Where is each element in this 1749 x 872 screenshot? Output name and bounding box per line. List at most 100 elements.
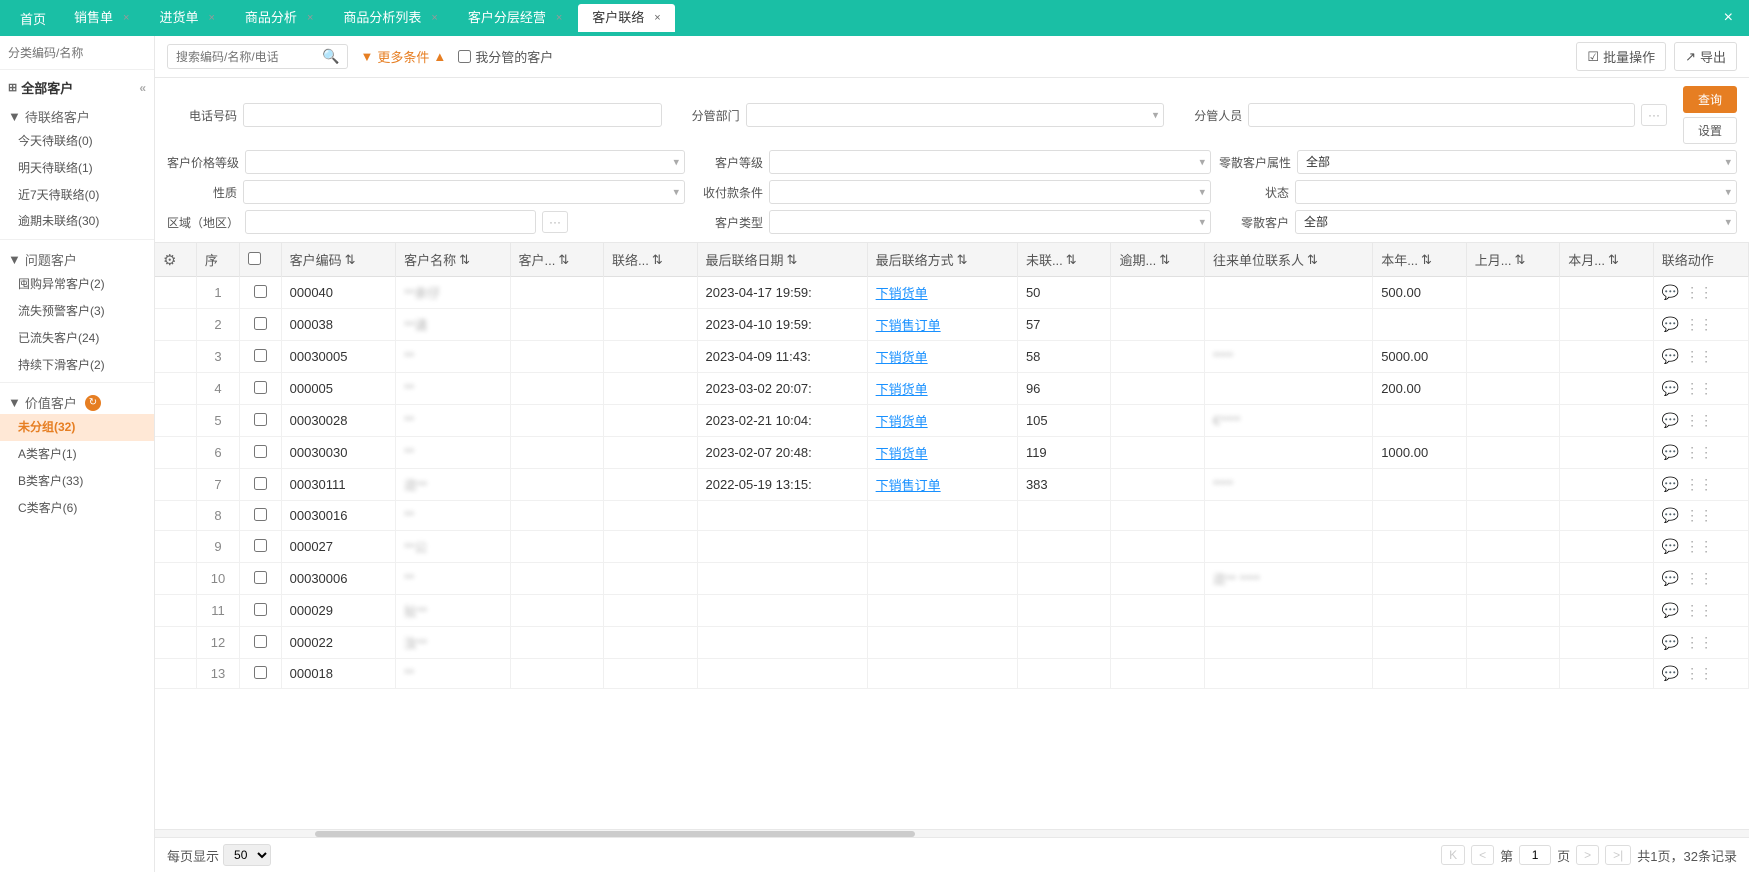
horizontal-scrollbar[interactable] xyxy=(155,829,1749,837)
chat-icon[interactable]: 💬 xyxy=(1662,412,1679,429)
region-input[interactable] xyxy=(245,210,536,234)
phone-input[interactable] xyxy=(243,103,662,127)
person-input[interactable] xyxy=(1248,103,1635,127)
more-icon[interactable]: ⋮⋮ xyxy=(1685,507,1713,524)
more-conditions-btn[interactable]: ▼ 更多条件 ▲ xyxy=(360,47,446,66)
more-icon[interactable]: ⋮⋮ xyxy=(1685,538,1713,555)
sidebar-item-churn-warning[interactable]: 流失预警客户(3) xyxy=(0,298,154,325)
chat-icon[interactable]: 💬 xyxy=(1662,380,1679,397)
col-last-month[interactable]: 上月...⇅ xyxy=(1466,243,1560,277)
more-icon[interactable]: ⋮⋮ xyxy=(1685,665,1713,682)
row-last-way[interactable]: 下销货单 xyxy=(867,373,1017,405)
tab-product-analysis-list[interactable]: 商品分析列表 × xyxy=(329,4,451,32)
group-value-customers[interactable]: ▼ 价值客户 ↻ xyxy=(0,387,154,414)
per-page-select[interactable]: 50 xyxy=(223,844,271,866)
col-last-date[interactable]: 最后联络日期⇅ xyxy=(697,243,867,277)
col-code[interactable]: 客户编码⇅ xyxy=(281,243,395,277)
query-btn[interactable]: 查询 xyxy=(1683,86,1737,113)
tab-customer-tier[interactable]: 客户分层经营 × xyxy=(454,4,576,32)
chat-icon[interactable]: 💬 xyxy=(1662,507,1679,524)
sidebar-collapse-btn[interactable]: « xyxy=(139,81,146,95)
search-input[interactable] xyxy=(176,50,316,64)
row-last-way[interactable]: 下销货单 xyxy=(867,437,1017,469)
row-last-way[interactable] xyxy=(867,563,1017,595)
row-last-way[interactable] xyxy=(867,531,1017,563)
first-page-btn[interactable]: K xyxy=(1441,845,1465,865)
sidebar-item-class-b[interactable]: B类客户(33) xyxy=(0,468,154,495)
last-page-btn[interactable]: >| xyxy=(1605,845,1631,865)
batch-op-btn[interactable]: ☑ 批量操作 xyxy=(1576,42,1666,71)
more-icon[interactable]: ⋮⋮ xyxy=(1685,476,1713,493)
tab-product-analysis[interactable]: 商品分析 × xyxy=(231,4,327,32)
person-dots-btn[interactable]: ··· xyxy=(1641,104,1667,126)
group-pending-contact[interactable]: ▼ 待联络客户 xyxy=(0,101,154,128)
row-checkbox-cell[interactable] xyxy=(240,627,281,659)
nature-select[interactable] xyxy=(243,180,685,204)
sidebar-item-declining[interactable]: 持续下滑客户(2) xyxy=(0,352,154,379)
price-level-select[interactable] xyxy=(245,150,685,174)
sidebar-item-7days[interactable]: 近7天待联络(0) xyxy=(0,182,154,209)
next-page-btn[interactable]: > xyxy=(1576,845,1599,865)
group-problem-customers[interactable]: ▼ 问题客户 xyxy=(0,244,154,271)
sidebar-search-input[interactable] xyxy=(8,46,155,60)
row-checkbox-cell[interactable] xyxy=(240,531,281,563)
tab-customer-contact[interactable]: 客户联络 × xyxy=(578,4,674,32)
dept-select[interactable] xyxy=(746,103,1165,127)
sidebar-item-abnormal[interactable]: 囤购异常客户(2) xyxy=(0,271,154,298)
row-checkbox-cell[interactable] xyxy=(240,469,281,501)
chat-icon[interactable]: 💬 xyxy=(1662,602,1679,619)
sidebar-item-churned[interactable]: 已流失客户(24) xyxy=(0,325,154,352)
my-customers-checkbox[interactable] xyxy=(458,50,471,63)
cust-level-select[interactable] xyxy=(769,150,1211,174)
close-customer-tier-tab[interactable]: × xyxy=(556,4,562,32)
col-rel-contact[interactable]: 往来单位联系人⇅ xyxy=(1204,243,1372,277)
tab-sales[interactable]: 销售单 × xyxy=(60,4,143,32)
home-tab[interactable]: 首页 xyxy=(8,9,58,28)
scrollbar-thumb[interactable] xyxy=(315,831,915,837)
row-last-way[interactable]: 下销售订单 xyxy=(867,469,1017,501)
row-checkbox-cell[interactable] xyxy=(240,405,281,437)
row-checkbox-cell[interactable] xyxy=(240,373,281,405)
row-last-way[interactable] xyxy=(867,595,1017,627)
more-icon[interactable]: ⋮⋮ xyxy=(1685,444,1713,461)
settings-icon[interactable]: ⚙ xyxy=(163,252,176,269)
row-last-way[interactable] xyxy=(867,659,1017,689)
page-number-input[interactable] xyxy=(1519,845,1551,865)
row-checkbox-cell[interactable] xyxy=(240,277,281,309)
chat-icon[interactable]: 💬 xyxy=(1662,538,1679,555)
sidebar-item-ungrouped[interactable]: 未分组(32) xyxy=(0,414,154,441)
sidebar-item-tomorrow[interactable]: 明天待联络(1) xyxy=(0,155,154,182)
more-icon[interactable]: ⋮⋮ xyxy=(1685,284,1713,301)
close-product-analysis-list-tab[interactable]: × xyxy=(431,4,437,32)
status-select[interactable] xyxy=(1295,180,1737,204)
my-customers-filter[interactable]: 我分管的客户 xyxy=(458,47,553,66)
row-last-way[interactable] xyxy=(867,501,1017,531)
more-icon[interactable]: ⋮⋮ xyxy=(1685,570,1713,587)
more-icon[interactable]: ⋮⋮ xyxy=(1685,316,1713,333)
row-last-way[interactable]: 下销货单 xyxy=(867,341,1017,373)
col-cust[interactable]: 客户...⇅ xyxy=(510,243,604,277)
chat-icon[interactable]: 💬 xyxy=(1662,665,1679,682)
chat-icon[interactable]: 💬 xyxy=(1662,316,1679,333)
chat-icon[interactable]: 💬 xyxy=(1662,284,1679,301)
sidebar-item-class-a[interactable]: A类客户(1) xyxy=(0,441,154,468)
cust-type-select[interactable] xyxy=(769,210,1211,234)
close-all-tabs[interactable]: × xyxy=(1716,9,1741,27)
sidebar-item-overdue[interactable]: 逾期未联络(30) xyxy=(0,208,154,235)
col-contact[interactable]: 联络...⇅ xyxy=(604,243,698,277)
close-customer-contact-tab[interactable]: × xyxy=(654,4,660,32)
sidebar-item-today[interactable]: 今天待联络(0) xyxy=(0,128,154,155)
more-icon[interactable]: ⋮⋮ xyxy=(1685,412,1713,429)
sidebar-item-class-c[interactable]: C类客户(6) xyxy=(0,495,154,522)
chat-icon[interactable]: 💬 xyxy=(1662,444,1679,461)
more-icon[interactable]: ⋮⋮ xyxy=(1685,602,1713,619)
row-last-way[interactable]: 下销货单 xyxy=(867,277,1017,309)
col-settings[interactable]: ⚙ xyxy=(155,243,196,277)
row-checkbox-cell[interactable] xyxy=(240,563,281,595)
col-this-year[interactable]: 本年...⇅ xyxy=(1373,243,1467,277)
region-dots-btn[interactable]: ··· xyxy=(542,211,568,233)
more-icon[interactable]: ⋮⋮ xyxy=(1685,634,1713,651)
more-icon[interactable]: ⋮⋮ xyxy=(1685,380,1713,397)
scatter-attr-select[interactable]: 全部 xyxy=(1297,150,1737,174)
row-checkbox-cell[interactable] xyxy=(240,341,281,373)
